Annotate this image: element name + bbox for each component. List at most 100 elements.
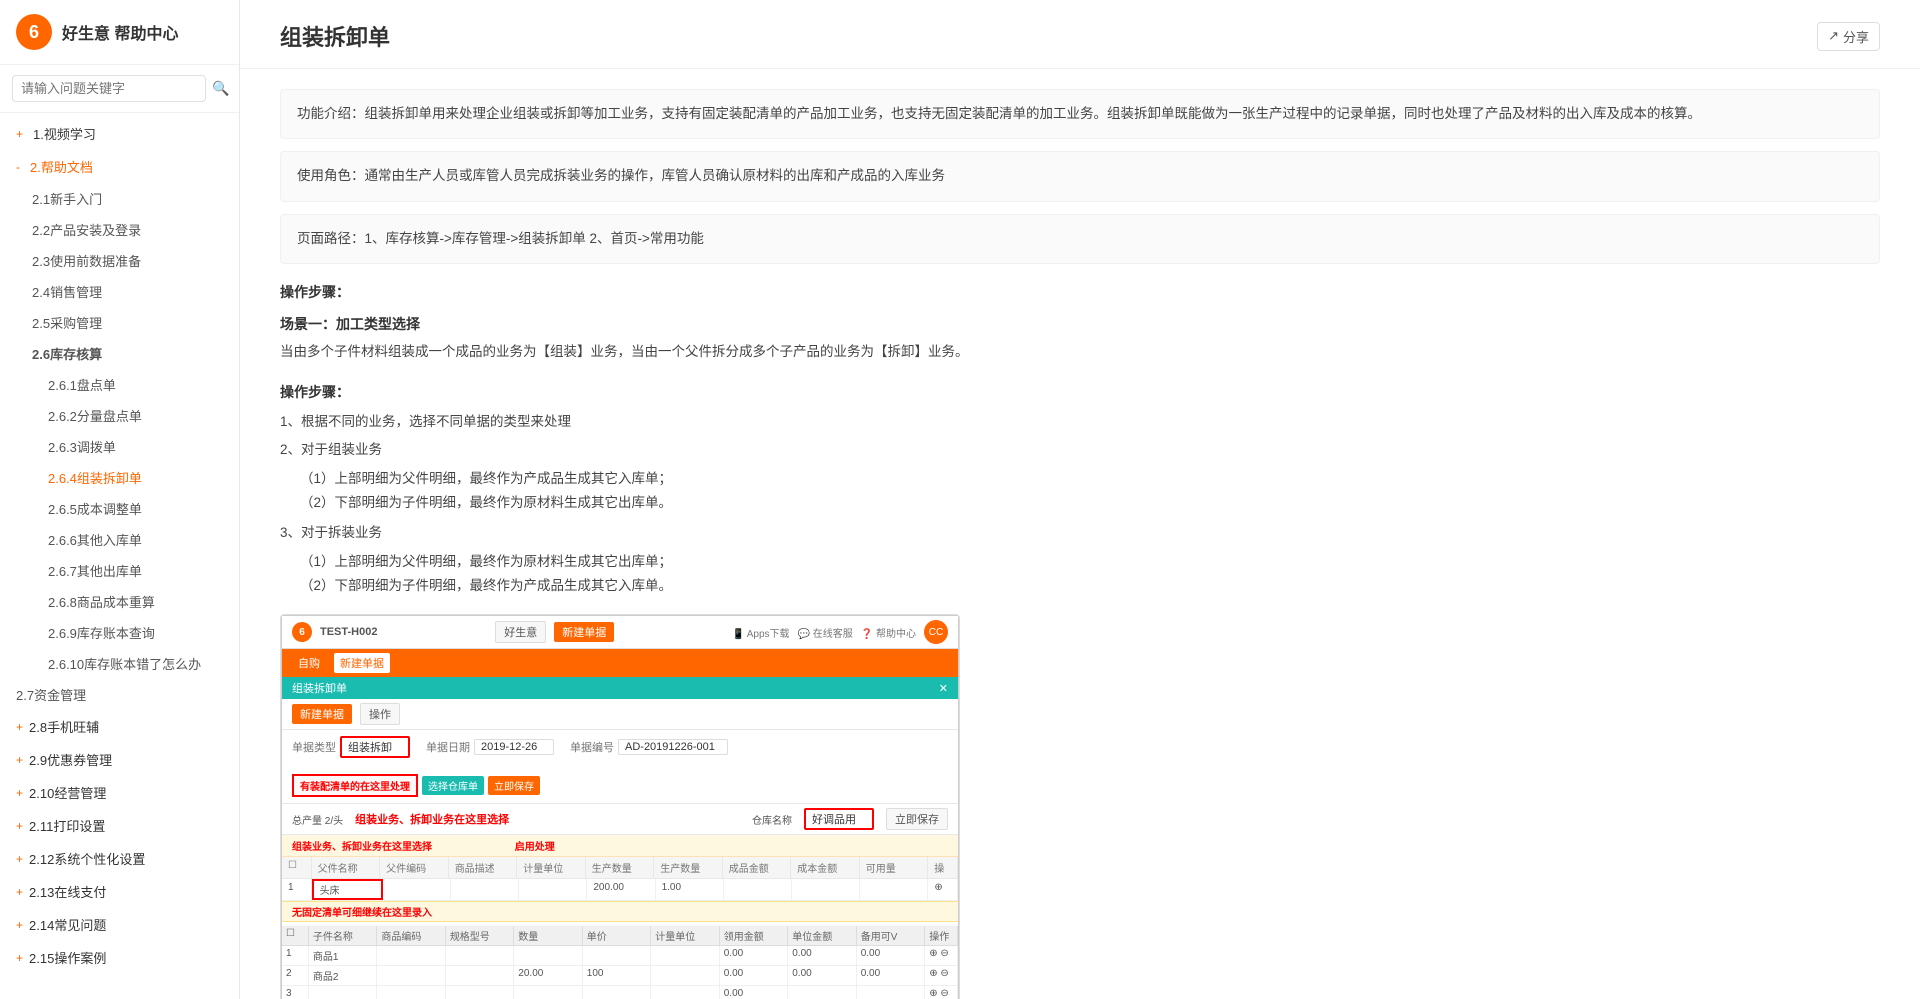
td-op-1[interactable]: ⊕ xyxy=(928,879,958,900)
sidebar-item-inv-error[interactable]: 2.6.10库存账本错了怎么办 xyxy=(0,648,239,679)
sidebar-item-adjust[interactable]: 2.6.3调拨单 xyxy=(0,431,239,462)
sidebar-item-online-pay[interactable]: + 2.13在线支付 xyxy=(0,875,239,908)
sidebar-item-video[interactable]: + 1.视频学习 xyxy=(0,117,239,150)
sub-form-row: 总产量 2/头 组装业务、拆卸业务在这里选择 仓库名称 好调品用 立即保存 xyxy=(282,804,958,835)
app-btn-new[interactable]: 新建单据 xyxy=(554,622,614,642)
share-label: 分享 xyxy=(1843,27,1869,46)
sidebar-item-purchase[interactable]: 2.5采购管理 xyxy=(0,307,239,338)
sub-th-price: 单价 xyxy=(583,926,651,945)
form-section: 单据类型 组装拆卸 单据日期 2019-12-26 单据编号 AD-201912… xyxy=(282,730,958,804)
screenshot-container: 6 TEST-H002 好生意 新建单据 📱 Apps下载 💬 在线客服 ❓ 帮… xyxy=(280,614,960,999)
app-nav-home[interactable]: 自购 xyxy=(292,653,326,673)
page-title: 组装拆卸单 xyxy=(280,20,390,52)
sidebar-item-mobile[interactable]: + 2.8手机旺辅 xyxy=(0,710,239,743)
app-dropdown-org[interactable]: 好生意 xyxy=(495,621,546,643)
field-date: 单据日期 2019-12-26 xyxy=(426,736,554,758)
sidebar-item-cost-recalc[interactable]: 2.6.8商品成本重算 xyxy=(0,586,239,617)
sub-th-backup: 备用可V xyxy=(857,926,925,945)
nav-section: + 1.视频学习 - 2.帮助文档 2.1新手入门 2.2产品安装及登录 2.3… xyxy=(0,113,239,978)
sidebar-item-finance[interactable]: 2.7资金管理 xyxy=(0,679,239,710)
warehouse-input[interactable]: 好调品用 xyxy=(804,808,874,830)
app-nav-new-doc[interactable]: 新建单据 xyxy=(334,653,390,673)
sidebar-item-install[interactable]: 2.2产品安装及登录 xyxy=(0,214,239,245)
td-code-1 xyxy=(383,879,451,900)
sidebar-item-sales[interactable]: 2.4销售管理 xyxy=(0,276,239,307)
th-op: 操 xyxy=(928,857,958,878)
search-icon[interactable]: 🔍 xyxy=(212,80,229,97)
sidebar-item-data-prep[interactable]: 2.3使用前数据准备 xyxy=(0,245,239,276)
th-cost-amt: 成本金额 xyxy=(791,857,860,878)
td-avail-1 xyxy=(860,879,928,900)
ops-title: 操作步骤： xyxy=(280,282,1880,302)
table-row-1: 1 头床 200.00 1.00 ⊕ xyxy=(282,879,958,901)
btn-action[interactable]: 操作 xyxy=(360,703,400,725)
teal-header-title: 组装拆卸单 xyxy=(292,680,347,696)
sidebar-item-count[interactable]: 2.6.1盘点单 xyxy=(0,369,239,400)
sidebar-item-assembly[interactable]: 2.6.4组装拆卸单 xyxy=(0,462,239,493)
sub-td-name-1: 商品1 xyxy=(309,946,377,965)
btn-save[interactable]: 立即保存 xyxy=(488,776,540,795)
logo-icon: 6 xyxy=(16,14,52,50)
main-content: 组装拆卸单 ↗ 分享 功能介绍：组装拆卸单用来处理企业组装或拆卸等加工业务，支持… xyxy=(240,0,1920,999)
search-input[interactable] xyxy=(12,75,206,102)
annotation1-box: 有装配清单的在这里处理 xyxy=(292,774,418,797)
app-topbar: 6 TEST-H002 好生意 新建单据 📱 Apps下载 💬 在线客服 ❓ 帮… xyxy=(282,616,958,649)
support-label: 💬 在线客服 xyxy=(798,625,853,640)
app-toolbar: 新建单据 操作 xyxy=(282,699,958,730)
app-name: 好生意 帮助中心 xyxy=(62,20,178,44)
sidebar-item-other-out[interactable]: 2.6.7其他出库单 xyxy=(0,555,239,586)
th-prod-qty1: 生产数量 xyxy=(586,857,655,878)
sub-th-name: 子件名称 xyxy=(309,926,377,945)
btn-ok[interactable]: 立即保存 xyxy=(886,808,948,830)
collapse-icon: - xyxy=(16,160,20,174)
path-block: 页面路径：1、库存核算->库存管理->组装拆卸单 2、首页->常用功能 xyxy=(280,214,1880,264)
share-icon: ↗ xyxy=(1828,28,1839,44)
th-parent-name: 父件名称 xyxy=(312,857,381,878)
share-button[interactable]: ↗ 分享 xyxy=(1817,22,1880,51)
search-box: 🔍 xyxy=(0,65,239,113)
type-label: 单据类型 xyxy=(292,739,336,755)
app-frame: 6 TEST-H002 好生意 新建单据 📱 Apps下载 💬 在线客服 ❓ 帮… xyxy=(281,615,959,999)
sidebar-item-cases[interactable]: + 2.15操作案例 xyxy=(0,941,239,974)
step3: 3、对于拆装业务 xyxy=(280,521,1880,545)
sidebar-item-system[interactable]: + 2.12系统个性化设置 xyxy=(0,842,239,875)
annotation4-row: 无固定清单可细继续在这里录入 xyxy=(282,901,958,922)
td-prod2-1: 1.00 xyxy=(656,879,724,900)
sidebar-item-cost[interactable]: 2.6.5成本调整单 xyxy=(0,493,239,524)
sub-th-apply-amt: 领用金额 xyxy=(720,926,788,945)
role-text: 使用角色：通常由生产人员或库管人员完成拆装业务的操作，库管人员确认原材料的出库和… xyxy=(297,168,945,183)
sub-row-3: 3 0.00 ⊕ ⊖ xyxy=(282,986,958,999)
td-desc-1 xyxy=(451,879,519,900)
th-finish-amt: 成品金额 xyxy=(723,857,792,878)
no-input[interactable]: AD-20191226-001 xyxy=(618,739,728,755)
sidebar-item-count2[interactable]: 2.6.2分量盘点单 xyxy=(0,400,239,431)
sidebar-item-faq[interactable]: + 2.14常见问题 xyxy=(0,908,239,941)
sidebar-item-help-doc[interactable]: - 2.帮助文档 xyxy=(0,150,239,183)
sub-row-1: 1 商品1 0.00 0.00 0.00 ⊕ ⊖ xyxy=(282,946,958,966)
table-header-row: ☐ 父件名称 父件编码 商品描述 计量单位 生产数量 生产数量 成品金额 成本金… xyxy=(282,857,958,879)
sub-th-code: 商品编码 xyxy=(377,926,445,945)
sidebar-item-inventory[interactable]: 2.6库存核算 xyxy=(0,338,239,369)
intro-block: 功能介绍：组装拆卸单用来处理企业组装或拆卸等加工业务，支持有固定装配清单的产品加… xyxy=(280,89,1880,139)
th-unit: 计量单位 xyxy=(517,857,586,878)
sidebar-item-inv-check[interactable]: 2.6.9库存账本查询 xyxy=(0,617,239,648)
app-brand: TEST-H002 xyxy=(320,626,377,638)
annotation3-text: 启用处理 xyxy=(515,842,555,853)
scene1-title: 场景一：加工类型选择 xyxy=(280,314,1880,334)
scene1-desc: 当由多个子件材料组装成一个成品的业务为【组装】业务，当由一个父件拆分成多个子产品… xyxy=(280,340,1880,364)
btn-new-doc[interactable]: 新建单据 xyxy=(292,704,352,724)
btn-select-warehouse[interactable]: 选择仓库单 xyxy=(422,776,484,795)
article-content: 操作步骤： 场景一：加工类型选择 当由多个子件材料组装成一个成品的业务为【组装】… xyxy=(280,282,1880,999)
date-input[interactable]: 2019-12-26 xyxy=(474,739,554,755)
sidebar-item-newcomer[interactable]: 2.1新手入门 xyxy=(0,183,239,214)
th-desc: 商品描述 xyxy=(449,857,518,878)
td-parent-name-1[interactable]: 头床 xyxy=(312,879,383,900)
sidebar-item-print[interactable]: + 2.11打印设置 xyxy=(0,809,239,842)
teal-header-close[interactable]: ✕ xyxy=(939,682,948,695)
sidebar-item-other-in[interactable]: 2.6.6其他入库单 xyxy=(0,524,239,555)
step1: 1、根据不同的业务，选择不同单据的类型来处理 xyxy=(280,410,1880,434)
sidebar-item-coupon[interactable]: + 2.9优惠券管理 xyxy=(0,743,239,776)
sidebar-item-ops[interactable]: + 2.10经营管理 xyxy=(0,776,239,809)
type-input[interactable]: 组装拆卸 xyxy=(340,736,410,758)
sub-row-2: 2 商品2 20.00 100 0.00 0.00 0.00 ⊕ ⊖ xyxy=(282,966,958,986)
